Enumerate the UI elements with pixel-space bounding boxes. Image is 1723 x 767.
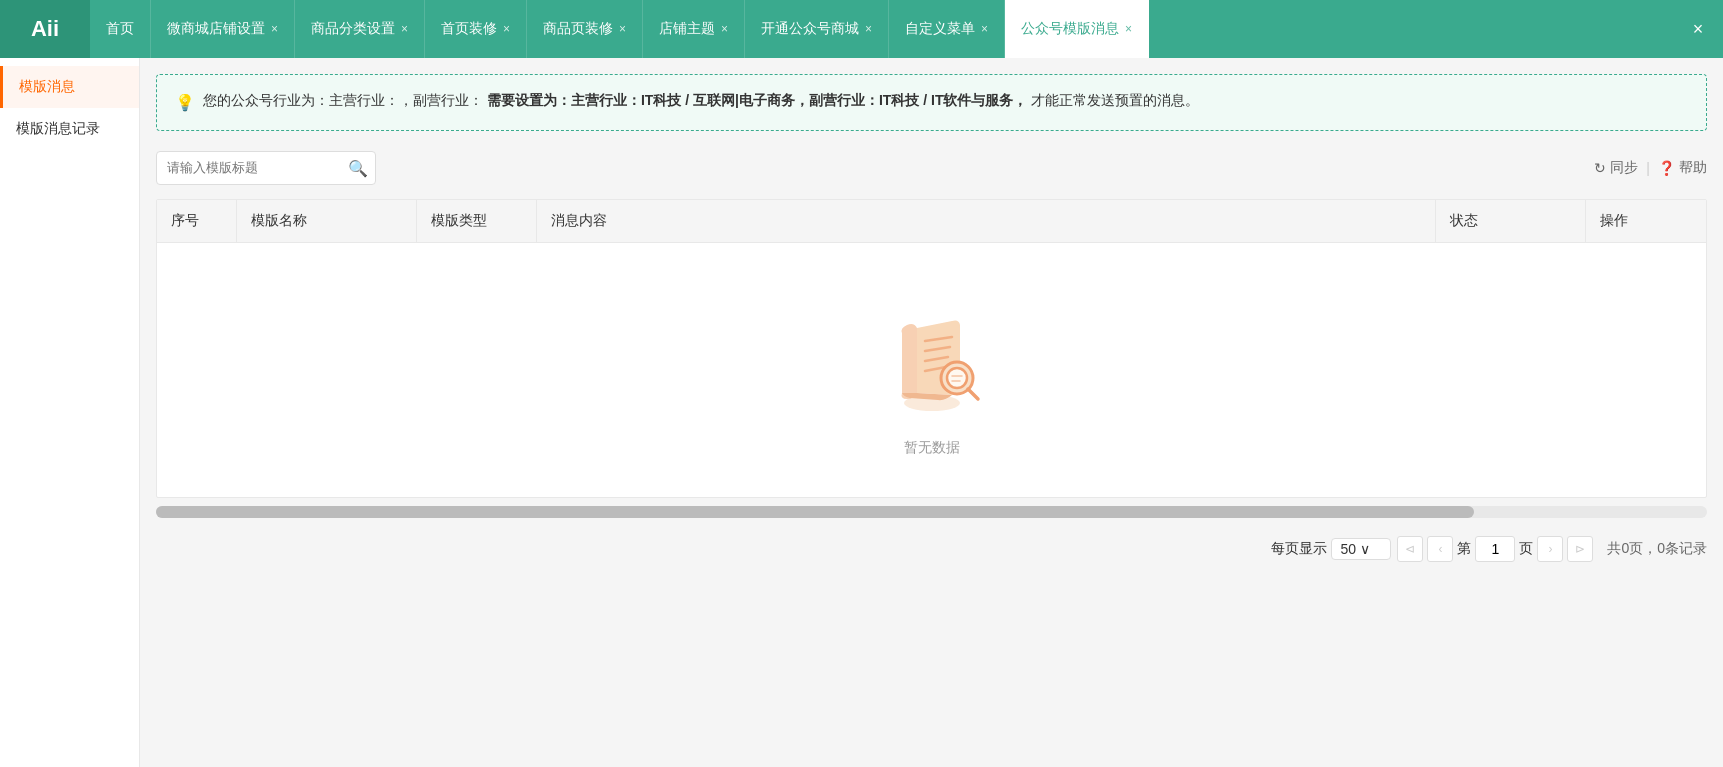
nav-tab-close-icon[interactable]: × <box>721 22 728 36</box>
alert-box: 💡 您的公众号行业为：主营行业：，副营行业： 需要设置为：主营行业：IT科技 /… <box>156 74 1707 131</box>
nav-tab-首页装修[interactable]: 首页装修× <box>425 0 527 58</box>
next-page-button[interactable]: › <box>1537 536 1563 562</box>
svg-line-7 <box>968 389 978 399</box>
alert-text: 您的公众号行业为：主营行业：，副营行业： 需要设置为：主营行业：IT科技 / 互… <box>203 89 1199 111</box>
page-size-select: 每页显示 50 ∨ <box>1271 538 1391 560</box>
nav-tab-开通公众号商城[interactable]: 开通公众号商城× <box>745 0 889 58</box>
content-area: 💡 您的公众号行业为：主营行业：，副营行业： 需要设置为：主营行业：IT科技 /… <box>140 58 1723 767</box>
page-nav: ⊲ ‹ 第 页 › ⊳ <box>1397 536 1593 562</box>
sidebar: 模版消息模版消息记录 <box>0 58 140 767</box>
page-total: 共0页，0条记录 <box>1607 540 1707 558</box>
nav-tab-店铺主题[interactable]: 店铺主题× <box>643 0 745 58</box>
nav-tab-close-icon[interactable]: × <box>865 22 872 36</box>
search-bar: 🔍 ↻ 同步 | ❓ 帮助 <box>156 151 1707 185</box>
sidebar-item-模版消息[interactable]: 模版消息 <box>0 66 139 108</box>
table-col-消息内容: 消息内容 <box>537 200 1436 242</box>
table-col-操作: 操作 <box>1586 200 1706 242</box>
nav-tab-close-icon[interactable]: × <box>619 22 626 36</box>
table-col-序号: 序号 <box>157 200 237 242</box>
page-size-label: 每页显示 <box>1271 540 1327 558</box>
sidebar-item-模版消息记录[interactable]: 模版消息记录 <box>0 108 139 150</box>
help-button[interactable]: ❓ 帮助 <box>1658 159 1707 177</box>
sync-button[interactable]: ↻ 同步 <box>1594 159 1638 177</box>
search-input[interactable] <box>156 151 376 185</box>
help-icon: ❓ <box>1658 160 1675 176</box>
toolbar-divider: | <box>1646 160 1650 176</box>
first-page-button[interactable]: ⊲ <box>1397 536 1423 562</box>
page-unit: 页 <box>1519 540 1533 558</box>
pagination: 每页显示 50 ∨ ⊲ ‹ 第 页 › ⊳ 共0页，0条记录 <box>156 526 1707 566</box>
table-col-模版名称: 模版名称 <box>237 200 417 242</box>
alert-highlight: 需要设置为：主营行业：IT科技 / 互联网|电子商务，副营行业：IT科技 / I… <box>487 92 1028 108</box>
nav-tab-商品页装修[interactable]: 商品页装修× <box>527 0 643 58</box>
empty-icon <box>872 303 992 423</box>
nav-tab-公众号模版消息[interactable]: 公众号模版消息× <box>1005 0 1149 58</box>
empty-text: 暂无数据 <box>904 439 960 457</box>
nav-tab-微商城店铺设置[interactable]: 微商城店铺设置× <box>151 0 295 58</box>
data-table: 序号模版名称模版类型消息内容状态操作 <box>156 199 1707 498</box>
svg-point-6 <box>947 368 967 388</box>
app-logo: Aii <box>0 0 90 58</box>
search-icon[interactable]: 🔍 <box>348 158 368 177</box>
nav-tab-close-icon[interactable]: × <box>1125 22 1132 36</box>
nav-tab-商品分类设置[interactable]: 商品分类设置× <box>295 0 425 58</box>
table-col-模版类型: 模版类型 <box>417 200 537 242</box>
page-label: 第 <box>1457 540 1471 558</box>
horizontal-scrollbar[interactable] <box>156 506 1707 518</box>
alert-icon: 💡 <box>175 90 195 116</box>
top-nav: Aii 首页微商城店铺设置×商品分类设置×首页装修×商品页装修×店铺主题×开通公… <box>0 0 1723 58</box>
page-size-dropdown[interactable]: 50 ∨ <box>1331 538 1391 560</box>
nav-tab-close-icon[interactable]: × <box>503 22 510 36</box>
global-close-button[interactable]: × <box>1673 0 1723 58</box>
page-number-input[interactable] <box>1475 536 1515 562</box>
sync-icon: ↻ <box>1594 160 1606 176</box>
last-page-button[interactable]: ⊳ <box>1567 536 1593 562</box>
toolbar-right: ↻ 同步 | ❓ 帮助 <box>1594 159 1707 177</box>
scrollbar-thumb <box>156 506 1474 518</box>
nav-tab-close-icon[interactable]: × <box>981 22 988 36</box>
prev-page-button[interactable]: ‹ <box>1427 536 1453 562</box>
nav-tabs: 首页微商城店铺设置×商品分类设置×首页装修×商品页装修×店铺主题×开通公众号商城… <box>90 0 1673 58</box>
main-layout: 模版消息模版消息记录 💡 您的公众号行业为：主营行业：，副营行业： 需要设置为：… <box>0 58 1723 767</box>
dropdown-arrow-icon: ∨ <box>1360 541 1370 557</box>
search-input-wrap: 🔍 <box>156 151 376 185</box>
nav-tab-close-icon[interactable]: × <box>401 22 408 36</box>
nav-tab-close-icon[interactable]: × <box>271 22 278 36</box>
nav-tab-自定义菜单[interactable]: 自定义菜单× <box>889 0 1005 58</box>
nav-tab-首页[interactable]: 首页 <box>90 0 151 58</box>
table-header: 序号模版名称模版类型消息内容状态操作 <box>157 200 1706 243</box>
table-col-状态: 状态 <box>1436 200 1586 242</box>
empty-state: 暂无数据 <box>157 243 1706 497</box>
